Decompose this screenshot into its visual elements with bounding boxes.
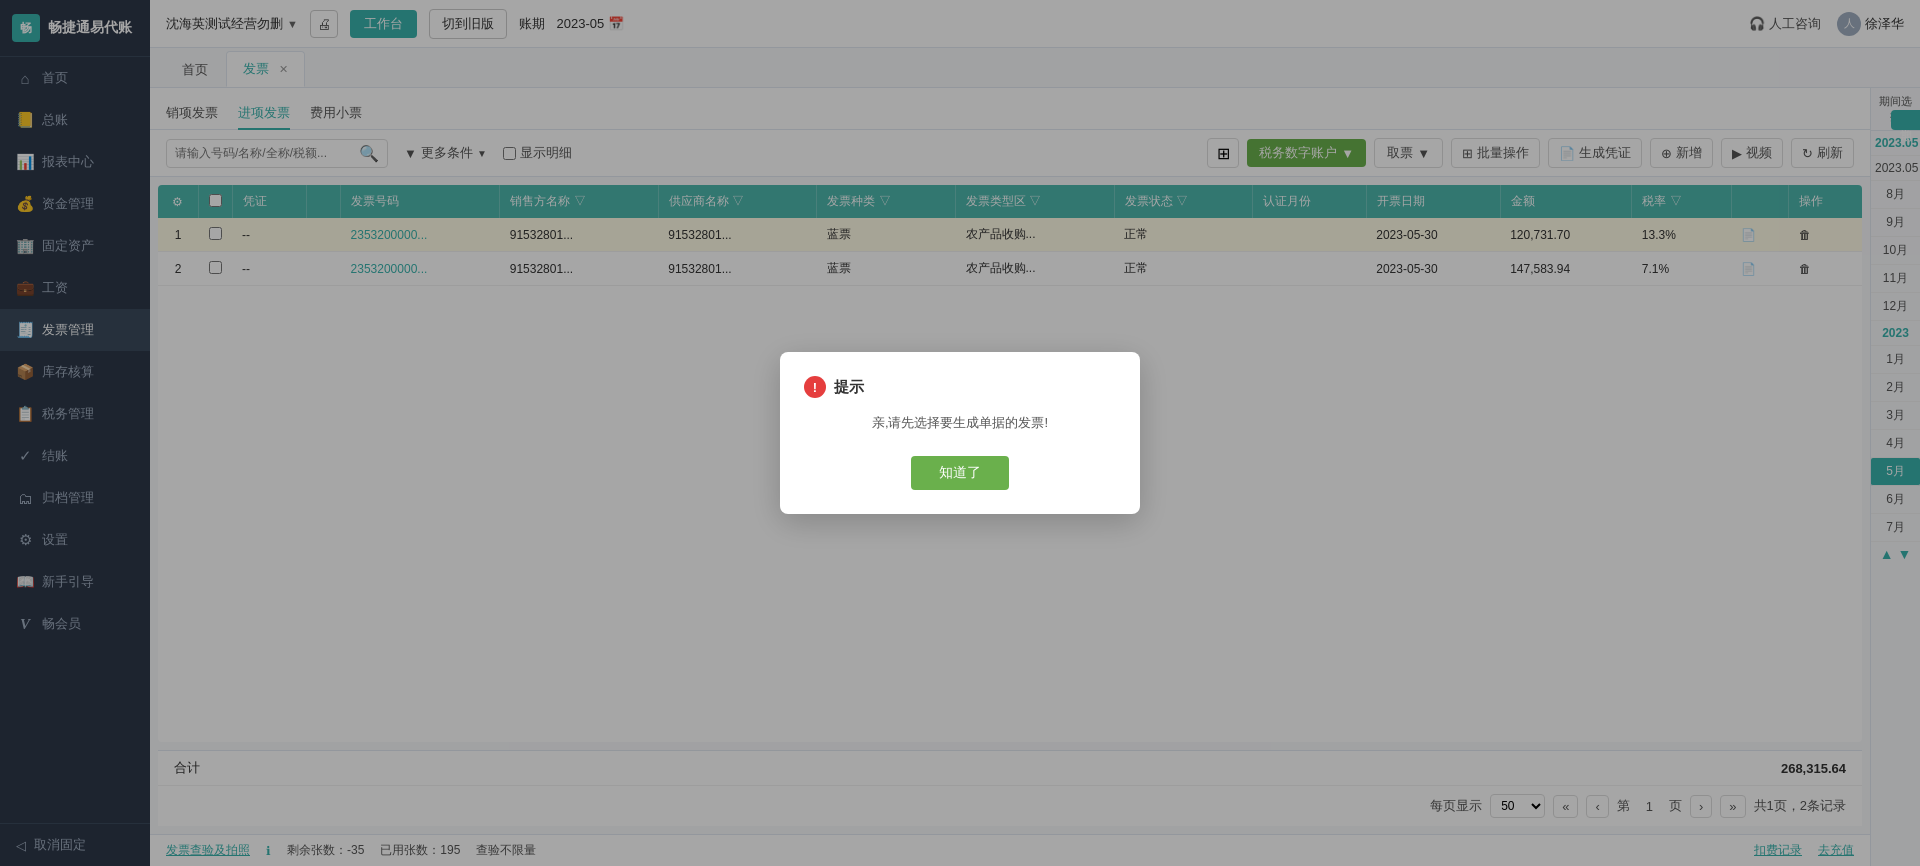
warning-icon: ! <box>804 376 826 398</box>
modal-message: 亲,请先选择要生成单据的发票! <box>804 414 1116 432</box>
modal-title-row: ! 提示 <box>804 376 1116 398</box>
modal-title: 提示 <box>834 378 864 397</box>
modal-footer: 知道了 <box>804 456 1116 490</box>
modal-overlay: ! 提示 亲,请先选择要生成单据的发票! 知道了 <box>0 0 1920 866</box>
modal-dialog: ! 提示 亲,请先选择要生成单据的发票! 知道了 <box>780 352 1140 514</box>
modal-confirm-button[interactable]: 知道了 <box>911 456 1009 490</box>
